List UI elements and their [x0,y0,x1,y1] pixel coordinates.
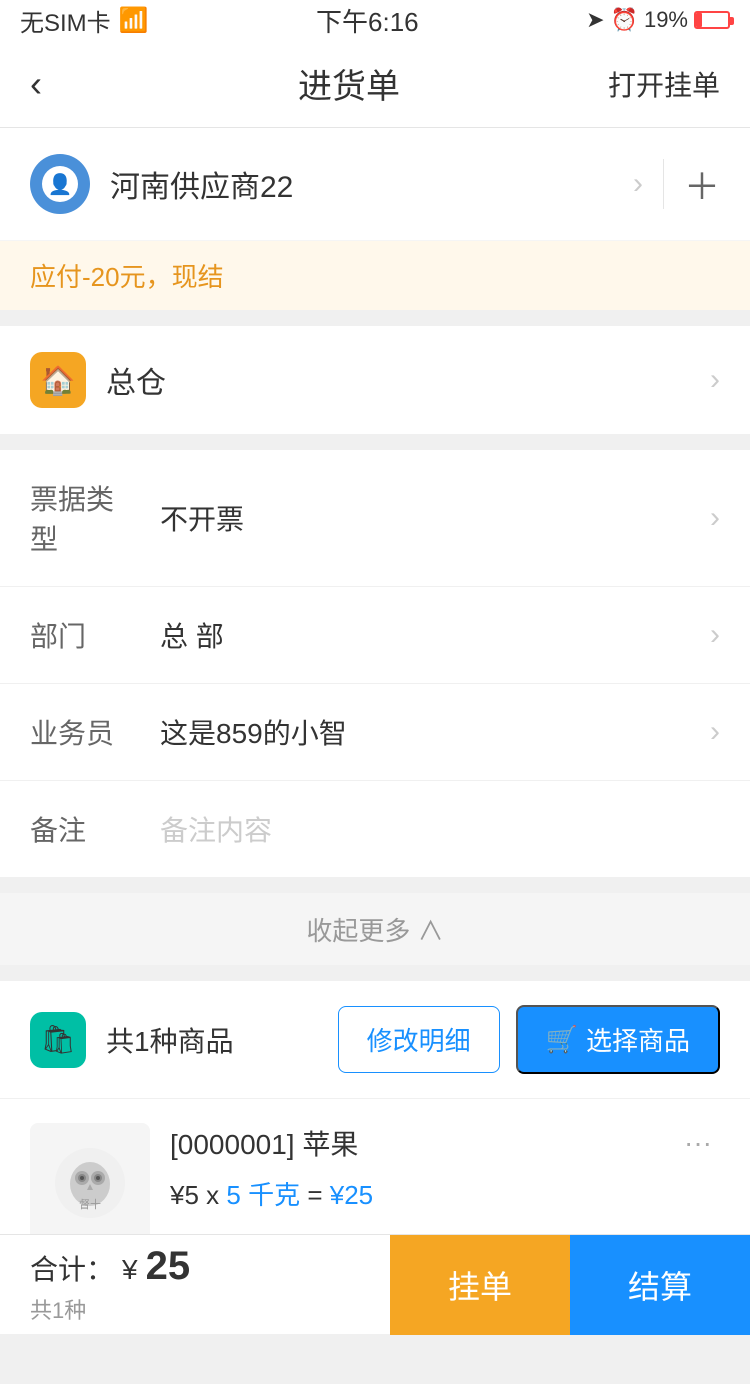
more-button[interactable]: ··· [676,1123,720,1163]
total-symbol: ¥ [122,1254,138,1286]
supplier-card: 👤 河南供应商22 › ＋ 应付-20元，现结 [0,128,750,310]
warehouse-card[interactable]: 🏠 总仓 › [0,326,750,434]
alarm-icon: ⏰ [611,7,638,33]
owl-logo: 督十 [55,1148,125,1218]
products-card: 🛍 共1种商品 修改明细 🛒 选择商品 [0,981,750,1268]
staff-value: 这是859的小智 [140,712,710,752]
supplier-name: 河南供应商22 [110,162,633,206]
collapse-bar[interactable]: 收起更多 ∧ [0,893,750,965]
add-button[interactable]: ＋ [684,158,720,210]
battery-percent: 19% [644,7,688,33]
staff-row[interactable]: 业务员 这是859的小智 › [0,684,750,781]
product-title: 苹果 [302,1129,358,1160]
warehouse-row[interactable]: 🏠 总仓 › [0,326,750,434]
notice-bar: 应付-20元，现结 [0,241,750,310]
nav-bar: ‹ 进货单 打开挂单 [0,40,750,128]
dept-label: 部门 [30,615,140,655]
dept-value: 总 部 [140,615,710,655]
product-header: 🛍 共1种商品 修改明细 🛒 选择商品 [0,981,750,1099]
product-total: ¥25 [330,1180,373,1210]
dept-chevron-icon: › [710,618,720,652]
svg-text:督十: 督十 [79,1197,101,1211]
invoice-value: 不开票 [140,498,710,538]
status-right: ➤ ⏰ 19% [586,7,730,33]
status-bar: 无SIM卡 📶 下午6:16 ➤ ⏰ 19% [0,0,750,40]
warehouse-name: 总仓 [106,358,710,402]
supplier-avatar: 👤 [30,154,90,214]
supplier-chevron-icon: › [633,167,643,201]
warehouse-chevron-icon: › [710,363,720,397]
invoice-label: 票据类型 [30,478,140,558]
product-qty: 5 [226,1180,240,1210]
total-sub: 共1种 [30,1293,360,1325]
back-button[interactable]: ‹ [30,63,90,105]
cart-icon: 🛒 [546,1024,578,1055]
edit-detail-button[interactable]: 修改明细 [338,1006,500,1073]
remark-label: 备注 [30,809,140,849]
product-price: ¥5 x 5 千克 = ¥25 [170,1175,676,1212]
product-thumbnail: 督十 [30,1123,150,1243]
staff-chevron-icon: › [710,715,720,749]
home-icon: 🏠 [41,364,76,397]
product-info: [0000001] 苹果 ¥5 x 5 千克 = ¥25 [170,1123,676,1212]
bag-icon: 🛍 [40,1023,76,1056]
suspend-button[interactable]: 挂单 [390,1235,570,1335]
bottom-bar: 合计： ¥ 25 共1种 挂单 结算 [0,1234,750,1334]
product-code: [0000001] [170,1129,295,1160]
form-card: 票据类型 不开票 › 部门 总 部 › 业务员 这是859的小智 › 备注 备注… [0,450,750,877]
carrier-text: 无SIM卡 [20,3,111,38]
invoice-row[interactable]: 票据类型 不开票 › [0,450,750,587]
divider [663,159,664,209]
main-content: 👤 河南供应商22 › ＋ 应付-20元，现结 🏠 总仓 › 票据类型 不开票 … [0,128,750,1384]
remark-row[interactable]: 备注 备注内容 [0,781,750,877]
total-label: 合计： [30,1248,114,1288]
status-left: 无SIM卡 📶 [20,3,149,38]
product-icon: 🛍 [30,1012,86,1068]
product-name: [0000001] 苹果 [170,1123,676,1163]
product-count: 共1种商品 [106,1020,338,1060]
product-unit: 千克 [248,1180,300,1210]
staff-label: 业务员 [30,712,140,752]
total-section: 合计： ¥ 25 共1种 [0,1244,390,1325]
dept-row[interactable]: 部门 总 部 › [0,587,750,684]
invoice-chevron-icon: › [710,501,720,535]
select-product-button[interactable]: 🛒 选择商品 [516,1005,720,1074]
location-icon: ➤ [586,7,604,33]
wifi-icon: 📶 [119,6,149,35]
remark-input[interactable]: 备注内容 [140,809,720,849]
total-label-row: 合计： ¥ 25 [30,1244,360,1289]
checkout-button[interactable]: 结算 [570,1235,750,1335]
open-pending-button[interactable]: 打开挂单 [608,64,720,104]
status-time: 下午6:16 [316,2,419,39]
total-amount: 25 [146,1244,191,1289]
warehouse-icon: 🏠 [30,352,86,408]
battery-icon [694,11,730,29]
supplier-row[interactable]: 👤 河南供应商22 › ＋ [0,128,750,241]
page-title: 进货单 [298,59,400,108]
